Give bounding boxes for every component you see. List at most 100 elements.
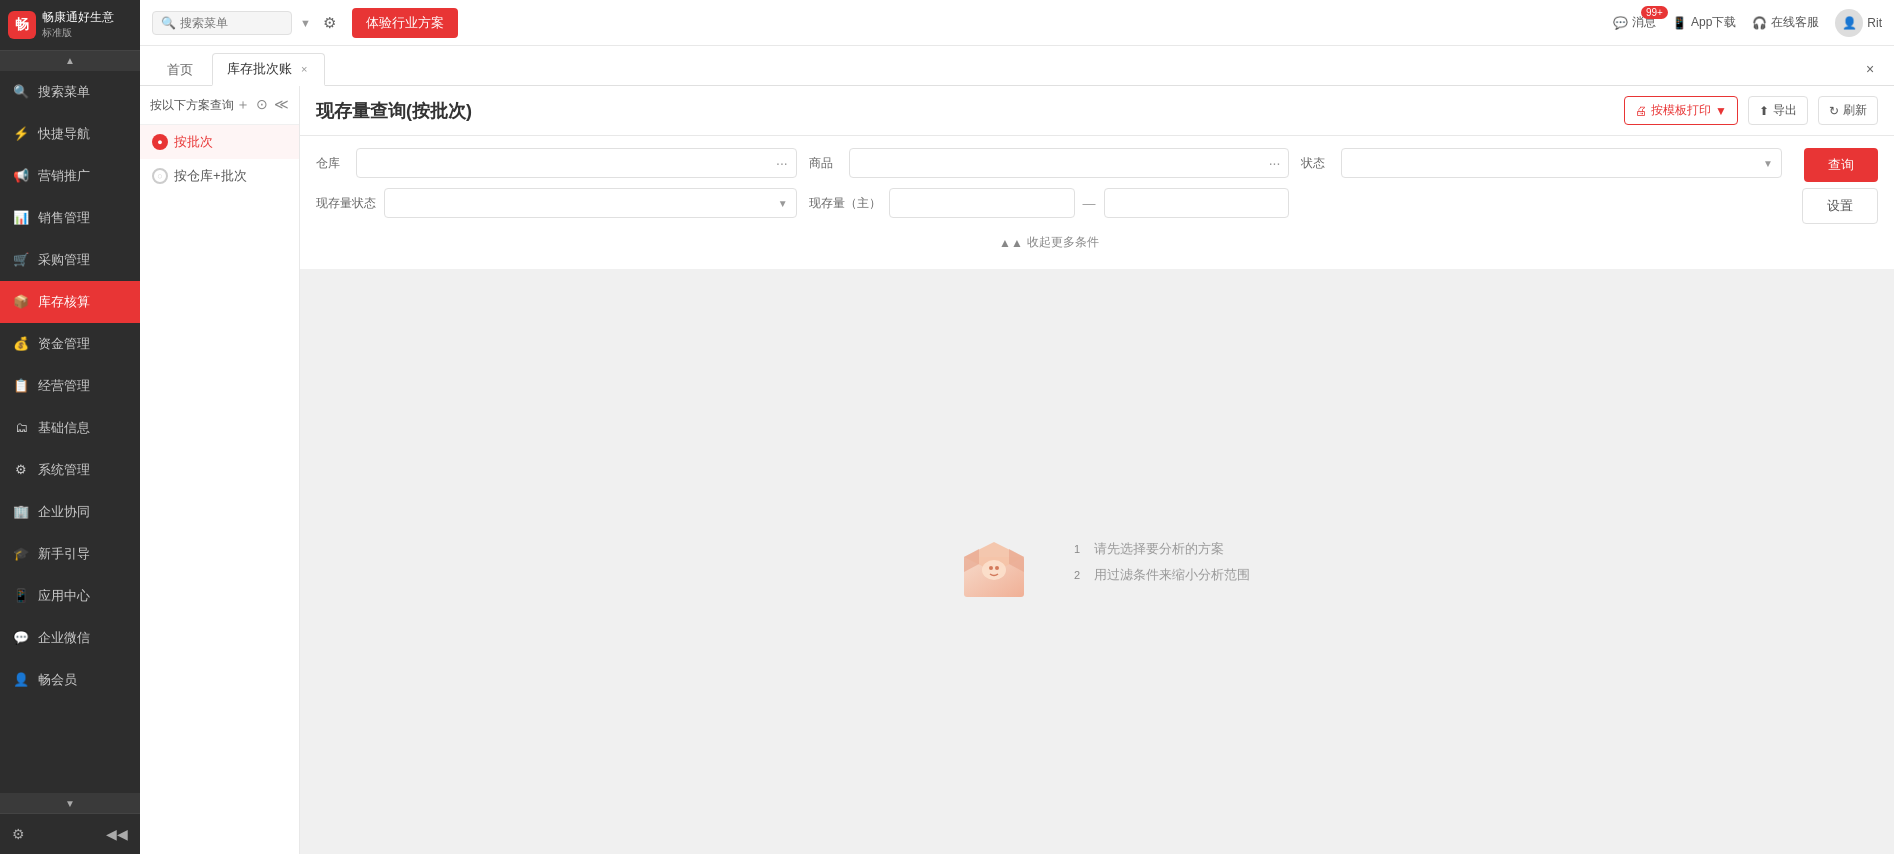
warehouse-label: 仓库 xyxy=(316,155,348,172)
inventory-qty-to[interactable] xyxy=(1104,188,1290,218)
sidebar-scroll-down[interactable]: ▼ xyxy=(0,793,140,813)
trial-button[interactable]: 体验行业方案 xyxy=(352,8,458,38)
app-logo: 畅 xyxy=(8,11,36,39)
inventory-qty-label: 现存量（主） xyxy=(809,195,881,212)
sidebar-item-wechat[interactable]: 💬 企业微信 xyxy=(0,617,140,659)
tab-inventory-batch-label: 库存批次账 xyxy=(227,60,292,78)
sidebar-item-label: 库存核算 xyxy=(38,293,90,311)
sidebar-item-label: 畅会员 xyxy=(38,671,77,689)
content-area: 按以下方案查询 ＋ ⊙ ≪ ● 按批次 ○ 按仓库+批次 现存量查询(按批次) xyxy=(140,86,1894,854)
add-scheme-icon[interactable]: ＋ xyxy=(236,96,250,114)
sidebar-item-marketing[interactable]: 📢 营销推广 xyxy=(0,155,140,197)
page-title: 现存量查询(按批次) xyxy=(316,99,472,123)
app-title-area: 畅康通好生意 标准版 xyxy=(42,10,114,40)
sidebar-item-label: 经营管理 xyxy=(38,377,90,395)
inventory-qty-from[interactable] xyxy=(889,188,1075,218)
messages-badge: 99+ xyxy=(1641,6,1668,19)
sales-icon: 📊 xyxy=(12,209,30,227)
print-template-button[interactable]: 🖨 按模板打印 ▼ xyxy=(1624,96,1738,125)
inventory-status-select[interactable]: ▼ xyxy=(384,188,797,218)
warehouse-more-icon[interactable]: ··· xyxy=(776,155,788,171)
sidebar-item-purchase[interactable]: 🛒 采购管理 xyxy=(0,239,140,281)
sidebar-item-base[interactable]: 🗂 基础信息 xyxy=(0,407,140,449)
scheme-label: 按仓库+批次 xyxy=(174,167,247,185)
tip-num-2: 2 xyxy=(1068,566,1086,584)
tabs-bar: 首页 库存批次账 × × xyxy=(140,46,1894,86)
scheme-settings-icon[interactable]: ⊙ xyxy=(256,96,268,114)
sidebar-bottom: ⚙ ◀◀ xyxy=(0,813,140,854)
settings-icon[interactable]: ⚙ xyxy=(8,822,29,846)
topbar-search-input[interactable] xyxy=(180,16,280,30)
page-header: 现存量查询(按批次) 🖨 按模板打印 ▼ ⬆ 导出 ↻ 刷新 xyxy=(300,86,1894,136)
sidebar-item-search[interactable]: 🔍 搜索菜单 xyxy=(0,71,140,113)
user-area[interactable]: 👤 Rit xyxy=(1835,9,1882,37)
refresh-label: 刷新 xyxy=(1843,102,1867,119)
export-button[interactable]: ⬆ 导出 xyxy=(1748,96,1808,125)
warehouse-input[interactable]: ··· xyxy=(356,148,797,178)
sidebar-item-label: 搜索菜单 xyxy=(38,83,90,101)
filter-area: 仓库 ··· 商品 ··· xyxy=(300,136,1894,270)
empty-state: 1 请先选择要分析的方案 2 用过滤条件来缩小分析范围 xyxy=(300,270,1894,854)
goods-input[interactable]: ··· xyxy=(849,148,1290,178)
sidebar-item-inventory[interactable]: 📦 库存核算 xyxy=(0,281,140,323)
sidebar-item-enterprise[interactable]: 🏢 企业协同 xyxy=(0,491,140,533)
goods-more-icon[interactable]: ··· xyxy=(1269,155,1281,171)
inventory-status-label: 现存量状态 xyxy=(316,195,376,212)
sidebar-item-apps[interactable]: 📱 应用中心 xyxy=(0,575,140,617)
empty-tips: 1 请先选择要分析的方案 2 用过滤条件来缩小分析范围 xyxy=(1068,540,1250,584)
main-area: 🔍 ▼ ⚙ 体验行业方案 💬 消息 99+ 📱 App下载 🎧 在线客服 👤 R xyxy=(140,0,1894,854)
inventory-icon: 📦 xyxy=(12,293,30,311)
scheme-item-by-warehouse-batch[interactable]: ○ 按仓库+批次 xyxy=(140,159,299,193)
search-icon: 🔍 xyxy=(12,83,30,101)
online-service-button[interactable]: 🎧 在线客服 xyxy=(1752,14,1819,31)
wechat-icon: 💬 xyxy=(12,629,30,647)
sidebar-item-operations[interactable]: 📋 经营管理 xyxy=(0,365,140,407)
svg-point-5 xyxy=(989,566,993,570)
collapse-sidebar-icon[interactable]: ◀◀ xyxy=(102,822,132,846)
tab-close-icon[interactable]: × xyxy=(298,62,310,76)
left-panel-header-icons: ＋ ⊙ ≪ xyxy=(236,96,289,114)
empty-tip-2: 2 用过滤条件来缩小分析范围 xyxy=(1068,566,1250,584)
filter-inventory-qty: 现存量（主） — xyxy=(809,188,1290,218)
sidebar-item-label: 企业微信 xyxy=(38,629,90,647)
sidebar-item-finance[interactable]: 💰 资金管理 xyxy=(0,323,140,365)
topbar-search-box[interactable]: 🔍 xyxy=(152,11,292,35)
apps-icon: 📱 xyxy=(12,587,30,605)
sidebar-header: 畅 畅康通好生意 标准版 xyxy=(0,0,140,51)
sidebar-item-label: 系统管理 xyxy=(38,461,90,479)
sidebar-item-member[interactable]: 👤 畅会员 xyxy=(0,659,140,701)
message-icon: 💬 xyxy=(1613,16,1628,30)
topbar: 🔍 ▼ ⚙ 体验行业方案 💬 消息 99+ 📱 App下载 🎧 在线客服 👤 R xyxy=(140,0,1894,46)
empty-state-content: 1 请先选择要分析的方案 2 用过滤条件来缩小分析范围 xyxy=(944,512,1250,612)
sidebar-item-label: 采购管理 xyxy=(38,251,90,269)
scheme-item-by-batch[interactable]: ● 按批次 xyxy=(140,125,299,159)
status-select[interactable]: ▼ xyxy=(1341,148,1782,178)
topbar-gear-icon[interactable]: ⚙ xyxy=(319,10,340,36)
filter-status: 状态 ▼ xyxy=(1301,148,1782,178)
goods-label: 商品 xyxy=(809,155,841,172)
empty-tip-1: 1 请先选择要分析的方案 xyxy=(1068,540,1250,558)
collapse-button[interactable]: ▲▲ 收起更多条件 xyxy=(316,228,1782,257)
print-label: 按模板打印 xyxy=(1651,102,1711,119)
svg-point-6 xyxy=(995,566,999,570)
topbar-search-icon: 🔍 xyxy=(161,16,176,30)
sidebar-nav: 🔍 搜索菜单 ⚡ 快捷导航 📢 营销推广 📊 销售管理 🛒 采购管理 📦 库存核… xyxy=(0,71,140,793)
app-download-button[interactable]: 📱 App下载 xyxy=(1672,14,1736,31)
query-button[interactable]: 查询 xyxy=(1804,148,1878,182)
sidebar-item-sales[interactable]: 📊 销售管理 xyxy=(0,197,140,239)
sidebar-item-shortcuts[interactable]: ⚡ 快捷导航 xyxy=(0,113,140,155)
refresh-button[interactable]: ↻ 刷新 xyxy=(1818,96,1878,125)
settings-button[interactable]: 设置 xyxy=(1802,188,1878,224)
tab-inventory-batch[interactable]: 库存批次账 × xyxy=(212,53,325,86)
close-all-tabs-button[interactable]: × xyxy=(1858,57,1882,81)
online-service-label: 在线客服 xyxy=(1771,14,1819,31)
tab-home[interactable]: 首页 xyxy=(152,54,208,85)
collapse-left-icon[interactable]: ≪ xyxy=(274,96,289,114)
operations-icon: 📋 xyxy=(12,377,30,395)
topbar-chevron-icon[interactable]: ▼ xyxy=(300,17,311,29)
sidebar-scroll-up[interactable]: ▲ xyxy=(0,51,140,71)
messages-button[interactable]: 💬 消息 99+ xyxy=(1613,14,1656,31)
svg-point-4 xyxy=(982,560,1006,580)
sidebar-item-guide[interactable]: 🎓 新手引导 xyxy=(0,533,140,575)
sidebar-item-system[interactable]: ⚙ 系统管理 xyxy=(0,449,140,491)
